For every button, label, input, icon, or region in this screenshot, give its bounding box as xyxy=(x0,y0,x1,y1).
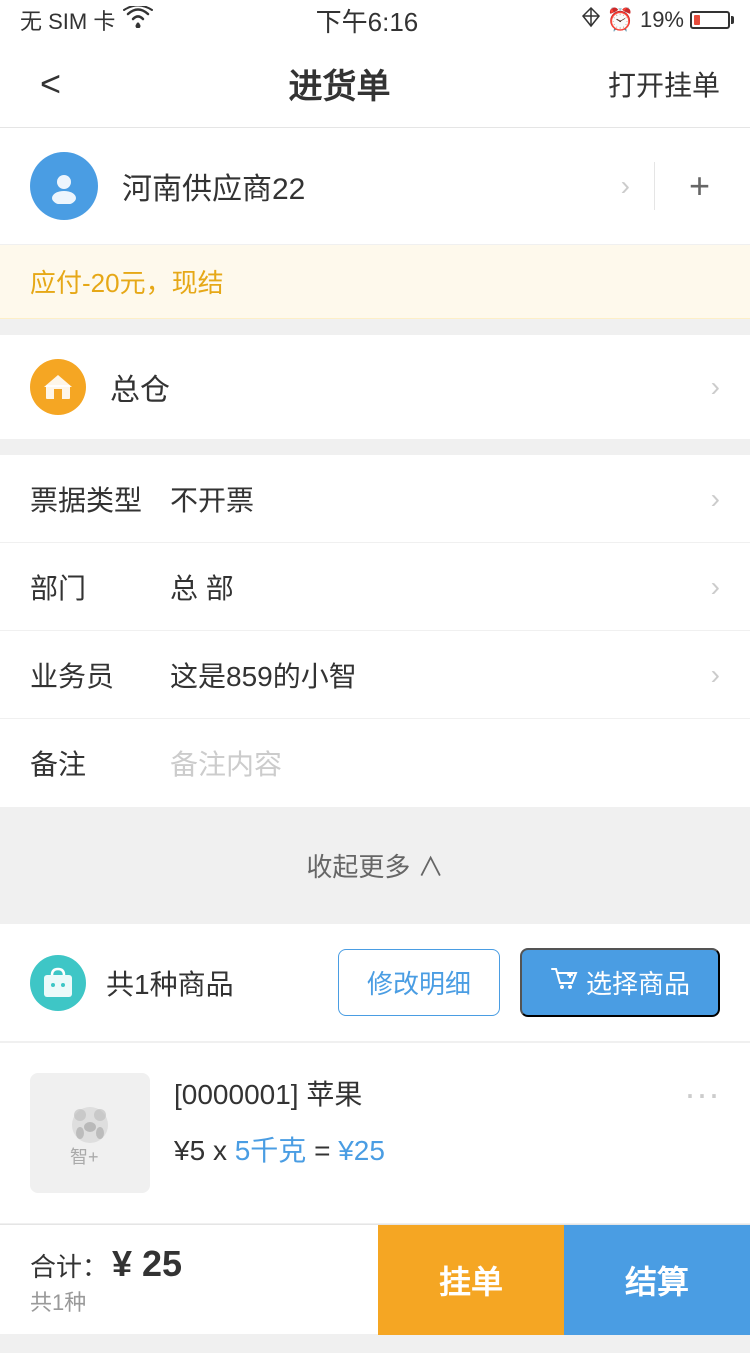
notice-banner: 应付-20元，现结 xyxy=(0,245,750,319)
product-code: [0000001] xyxy=(174,1079,299,1110)
staff-chevron-icon: › xyxy=(711,659,720,691)
svg-text:智+: 智+ xyxy=(70,1147,99,1167)
supplier-divider xyxy=(654,162,655,210)
product-name: [0000001] 苹果 xyxy=(174,1073,660,1113)
supplier-name: 河南供应商22 xyxy=(122,164,621,208)
select-product-button[interactable]: 选择商品 xyxy=(520,948,720,1017)
more-options-button[interactable]: ··· xyxy=(684,1073,720,1115)
hang-button[interactable]: 挂单 xyxy=(378,1225,564,1335)
warehouse-row[interactable]: 总仓 › xyxy=(0,335,750,439)
dept-label: 部门 xyxy=(30,567,150,607)
invoice-type-value: 不开票 xyxy=(150,479,711,519)
battery-text: 19% xyxy=(640,7,684,33)
dept-row[interactable]: 部门 总 部 › xyxy=(0,543,750,631)
form-section: 票据类型 不开票 › 部门 总 部 › 业务员 这是859的小智 › 备注 备注… xyxy=(0,455,750,807)
total-amount: ¥ 25 xyxy=(112,1243,182,1285)
bottom-bar: 合计： ¥ 25 共1种 挂单 结算 xyxy=(0,1224,750,1334)
products-count: 共1种商品 xyxy=(106,963,318,1003)
collapse-button[interactable]: 收起更多 ∧ xyxy=(0,823,750,908)
multiply-sign: x xyxy=(213,1135,235,1166)
quantity: 5千克 xyxy=(235,1135,307,1166)
products-icon xyxy=(30,955,86,1011)
alarm-icon: ⏰ xyxy=(607,7,634,33)
dept-value: 总 部 xyxy=(150,567,711,607)
edit-detail-button[interactable]: 修改明细 xyxy=(338,949,500,1016)
open-hang-button[interactable]: 打开挂单 xyxy=(608,64,720,104)
product-info: [0000001] 苹果 ¥5 x 5千克 = ¥25 xyxy=(174,1073,660,1193)
battery-icon xyxy=(690,11,730,29)
add-button[interactable]: + xyxy=(679,165,720,207)
staff-value: 这是859的小智 xyxy=(150,655,711,695)
total-count: 共1种 xyxy=(30,1285,348,1317)
time-display: 下午6:16 xyxy=(316,2,419,39)
product-thumbnail: 智+ xyxy=(30,1073,150,1193)
remark-row[interactable]: 备注 备注内容 xyxy=(0,719,750,807)
status-bar: 无 SIM 卡 下午6:16 ⏰ 19% xyxy=(0,0,750,40)
invoice-chevron-icon: › xyxy=(711,483,720,515)
location-icon xyxy=(581,6,601,34)
total-section: 合计： ¥ 25 共1种 xyxy=(0,1243,378,1317)
status-bar-right: ⏰ 19% xyxy=(581,6,730,34)
back-button[interactable]: < xyxy=(30,53,71,115)
cart-icon xyxy=(550,967,578,998)
carrier-text: 无 SIM 卡 xyxy=(20,4,115,36)
supplier-chevron-icon: › xyxy=(621,170,630,202)
page-title: 进货单 xyxy=(289,59,391,108)
invoice-type-label: 票据类型 xyxy=(30,479,150,519)
product-price: ¥5 x 5千克 = ¥25 xyxy=(174,1129,660,1169)
total-price: ¥25 xyxy=(338,1135,385,1166)
content-area: 河南供应商22 › + 应付-20元，现结 总仓 › 票据类型 不开票 › xyxy=(0,128,750,1353)
status-bar-left: 无 SIM 卡 xyxy=(20,4,153,36)
warehouse-section[interactable]: 总仓 › xyxy=(0,335,750,439)
supplier-row[interactable]: 河南供应商22 › + xyxy=(0,128,750,245)
unit-price: ¥5 xyxy=(174,1135,205,1166)
total-label: 合计： xyxy=(30,1247,108,1284)
warehouse-icon xyxy=(30,359,86,415)
warehouse-name: 总仓 xyxy=(110,365,711,409)
remark-label: 备注 xyxy=(30,743,150,783)
invoice-type-row[interactable]: 票据类型 不开票 › xyxy=(0,455,750,543)
select-product-label: 选择商品 xyxy=(586,964,690,1001)
supplier-avatar xyxy=(30,152,98,220)
product-item: 智+ [0000001] 苹果 ¥5 x 5千克 = ¥25 ··· xyxy=(0,1043,750,1223)
remark-placeholder: 备注内容 xyxy=(150,743,720,783)
supplier-section: 河南供应商22 › + 应付-20元，现结 xyxy=(0,128,750,319)
dept-chevron-icon: › xyxy=(711,571,720,603)
products-header: 共1种商品 修改明细 选择商品 xyxy=(0,924,750,1041)
wifi-icon xyxy=(123,6,153,34)
nav-bar: < 进货单 打开挂单 xyxy=(0,40,750,128)
staff-row[interactable]: 业务员 这是859的小智 › xyxy=(0,631,750,719)
equals-sign: = xyxy=(314,1135,338,1166)
warehouse-chevron-icon: › xyxy=(711,371,720,403)
checkout-button[interactable]: 结算 xyxy=(564,1225,750,1335)
staff-label: 业务员 xyxy=(30,655,150,695)
